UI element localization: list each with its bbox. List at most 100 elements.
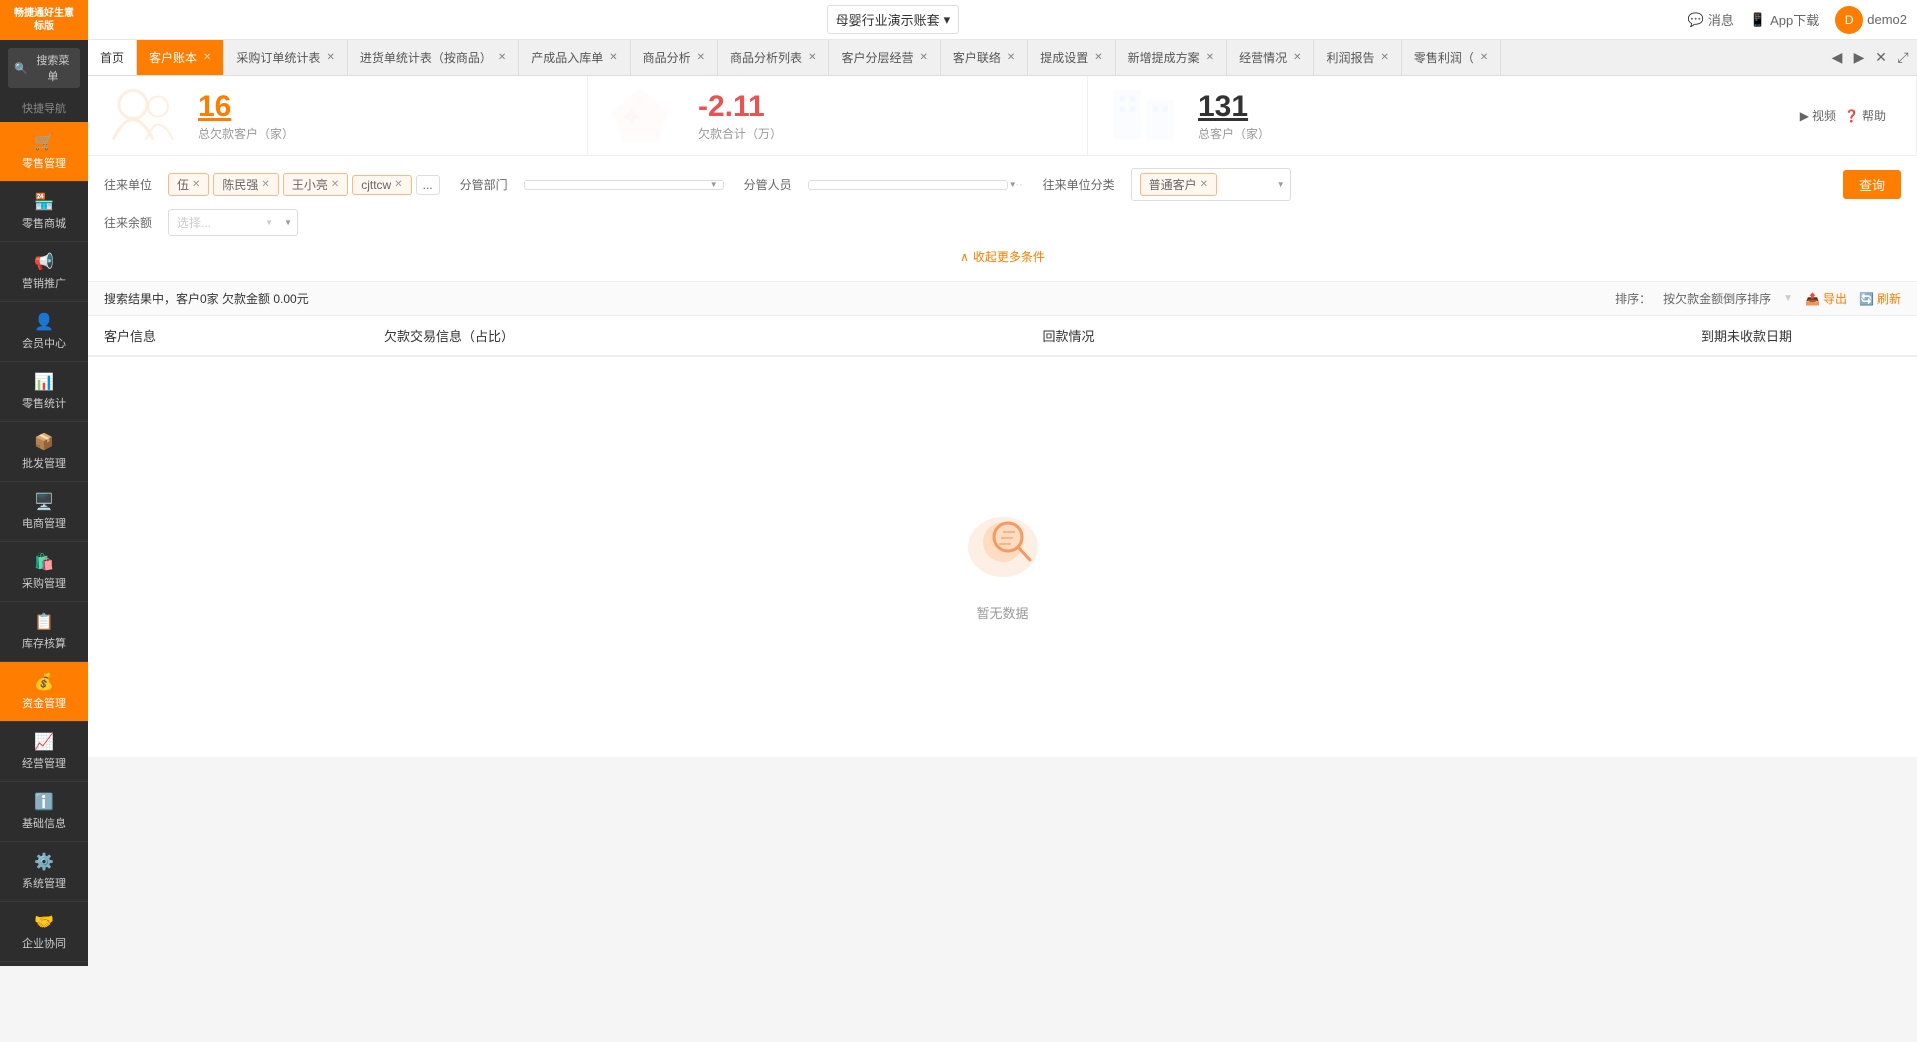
balance-select-wrapper[interactable]: 选择... ▼ — [168, 209, 298, 236]
tab-product-analysis-close[interactable]: ✕ — [697, 52, 705, 63]
stat-card-total-customers: 131 总客户（家） ▶ 视频 ❓ 帮助 — [1088, 76, 1917, 155]
sidebar-item-wholesale[interactable]: 📦 批发管理 — [0, 422, 88, 482]
tab-product-analysis[interactable]: 商品分析 ✕ — [631, 40, 718, 76]
query-button[interactable]: 查询 — [1843, 170, 1901, 199]
dept-select[interactable] — [524, 180, 724, 190]
total-customers-value[interactable]: 131 — [1198, 89, 1270, 125]
dept-label: 分管部门 — [460, 176, 516, 193]
app-download-action[interactable]: 📱 App下载 — [1750, 10, 1819, 29]
tab-profit-report[interactable]: 利润报告 ✕ — [1314, 40, 1401, 76]
tab-expand-button[interactable]: ⤢ — [1893, 48, 1913, 68]
tab-customer-book-close[interactable]: ✕ — [203, 52, 211, 63]
tab-customer-contact-close[interactable]: ✕ — [1007, 52, 1015, 63]
tab-business-situation[interactable]: 经营情况 ✕ — [1227, 40, 1314, 76]
total-debtors-value[interactable]: 16 — [198, 89, 294, 125]
tab-prev-button[interactable]: ◀ — [1827, 48, 1847, 68]
tab-product-instock-label: 产成品入库单 — [531, 49, 603, 66]
collapse-button[interactable]: ∧ 收起更多条件 — [960, 244, 1045, 269]
sidebar-item-operations[interactable]: 📈 经营管理 — [0, 722, 88, 782]
logo-line2: 标版 — [34, 20, 54, 33]
tab-customer-book[interactable]: 客户账本 ✕ — [137, 40, 224, 76]
tab-remind-settings-close[interactable]: ✕ — [1094, 52, 1102, 63]
tab-new-profit-plan[interactable]: 新增提成方案 ✕ — [1116, 40, 1227, 76]
classify-select-wrapper[interactable]: 普通客户 ✕ — [1131, 168, 1291, 201]
filter-tag-chen-close[interactable]: ✕ — [261, 179, 269, 190]
user-name: demo2 — [1867, 12, 1907, 27]
tab-customer-layer[interactable]: 客户分层经营 ✕ — [829, 40, 940, 76]
classify-tag[interactable]: 普通客户 ✕ — [1140, 173, 1217, 196]
classify-select[interactable]: 普通客户 ✕ — [1131, 168, 1291, 201]
sidebar-search-button[interactable]: 🔍 搜索菜单 — [8, 48, 80, 88]
tab-home[interactable]: 首页 — [88, 40, 137, 76]
enterprise-coop-label: 企业协同 — [22, 935, 66, 951]
person-select[interactable] — [808, 180, 1008, 190]
sidebar-item-system[interactable]: ⚙️ 系统管理 — [0, 842, 88, 902]
filter-tag-chen[interactable]: 陈民强 ✕ — [213, 173, 278, 196]
balance-select[interactable]: 选择... ▼ — [168, 209, 298, 236]
tab-product-instock-close[interactable]: ✕ — [609, 52, 617, 63]
filter-tag-wu[interactable]: 伍 ✕ — [168, 173, 209, 196]
workspace-selector[interactable]: 母婴行业演示账套 ▾ — [827, 5, 960, 34]
tab-retail-profit[interactable]: 零售利润（ ✕ — [1402, 40, 1501, 76]
tab-incoming-stats-close[interactable]: ✕ — [498, 52, 506, 63]
person-label: 分管人员 — [744, 176, 800, 193]
tab-business-situation-close[interactable]: ✕ — [1293, 52, 1301, 63]
video-btn[interactable]: ▶ 视频 — [1800, 107, 1836, 124]
tab-next-button[interactable]: ▶ — [1849, 48, 1869, 68]
tab-home-label: 首页 — [100, 49, 124, 66]
filter-tag-wu-close[interactable]: ✕ — [192, 179, 200, 190]
total-debt-value: -2.11 — [698, 89, 782, 125]
tab-remind-settings[interactable]: 提成设置 ✕ — [1028, 40, 1115, 76]
tab-new-profit-plan-close[interactable]: ✕ — [1206, 52, 1214, 63]
export-button[interactable]: 📤 导出 — [1805, 290, 1847, 307]
tab-product-instock[interactable]: 产成品入库单 ✕ — [519, 40, 630, 76]
filter-tag-cjttcw[interactable]: cjttcw ✕ — [352, 175, 411, 195]
sidebar-item-marketing[interactable]: 📢 营销推广 — [0, 242, 88, 302]
tab-customer-layer-close[interactable]: ✕ — [919, 52, 927, 63]
sidebar-item-member-center[interactable]: 👤 会员中心 — [0, 302, 88, 362]
sort-select[interactable]: 按欠款金额倒序排序 — [1663, 290, 1771, 307]
tab-purchase-order-close[interactable]: ✕ — [326, 52, 334, 63]
refresh-label: 刷新 — [1877, 290, 1901, 307]
tab-customer-contact[interactable]: 客户联络 ✕ — [941, 40, 1028, 76]
search-icon: 🔍 — [14, 62, 28, 75]
sidebar-item-enterprise-coop[interactable]: 🤝 企业协同 — [0, 902, 88, 962]
unit-more-button[interactable]: ... — [416, 175, 440, 195]
filter-tag-wang-close[interactable]: ✕ — [331, 179, 339, 190]
sidebar-item-basic-info[interactable]: ℹ️ 基础信息 — [0, 782, 88, 842]
tab-product-analysis-list[interactable]: 商品分析列表 ✕ — [718, 40, 829, 76]
person-more-icon[interactable]: ··· — [1012, 179, 1023, 191]
refresh-button[interactable]: 🔄 刷新 — [1859, 290, 1901, 307]
tab-retail-profit-close[interactable]: ✕ — [1480, 52, 1488, 63]
sidebar-item-capital[interactable]: 💰 资金管理 — [0, 662, 88, 722]
sidebar-item-retail-stats[interactable]: 📊 零售统计 — [0, 362, 88, 422]
sidebar-item-ecommerce[interactable]: 🖥️ 电商管理 — [0, 482, 88, 542]
empty-icon — [943, 492, 1063, 592]
sidebar-item-purchase[interactable]: 🛍️ 采购管理 — [0, 542, 88, 602]
message-action[interactable]: 💬 消息 — [1688, 10, 1734, 29]
tab-controls: ◀ ▶ ✕ ⤢ — [1827, 48, 1917, 68]
user-action[interactable]: D demo2 — [1835, 6, 1907, 34]
video-label: 视频 — [1812, 107, 1836, 124]
tab-profit-report-close[interactable]: ✕ — [1381, 52, 1389, 63]
purchase-icon: 🛍️ — [34, 552, 54, 572]
retail-mgmt-label: 零售管理 — [22, 155, 66, 171]
sidebar-item-new-guide[interactable]: 🚀 新手引导 — [0, 962, 88, 966]
help-btn[interactable]: ❓ 帮助 — [1844, 107, 1886, 124]
sidebar-item-retail-mgmt[interactable]: 🛒 零售管理 — [0, 122, 88, 182]
balance-label: 往来余额 — [104, 214, 160, 231]
dept-select-wrapper[interactable] — [524, 180, 724, 190]
tab-close-all-button[interactable]: ✕ — [1871, 48, 1891, 68]
tab-incoming-stats[interactable]: 进货单统计表（按商品） ✕ — [348, 40, 519, 76]
classify-tag-close[interactable]: ✕ — [1200, 179, 1208, 190]
sidebar-item-inventory[interactable]: 📋 库存核算 — [0, 602, 88, 662]
person-select-wrapper[interactable]: ··· — [808, 179, 1023, 191]
sidebar: 畅捷通好生意 标版 🔍 搜索菜单 快捷导航 🛒 零售管理 🏪 零售商城 📢 营销… — [0, 0, 88, 966]
tab-purchase-order[interactable]: 采购订单统计表 ✕ — [224, 40, 347, 76]
sidebar-item-retail-mall[interactable]: 🏪 零售商城 — [0, 182, 88, 242]
filter-tag-wang[interactable]: 王小亮 ✕ — [283, 173, 348, 196]
results-actions: 排序： 按欠款金额倒序排序 ▼ 📤 导出 🔄 刷新 — [1615, 290, 1901, 307]
retail-stats-icon: 📊 — [34, 372, 54, 392]
filter-tag-cjttcw-close[interactable]: ✕ — [394, 179, 402, 190]
tab-product-analysis-list-close[interactable]: ✕ — [808, 52, 816, 63]
